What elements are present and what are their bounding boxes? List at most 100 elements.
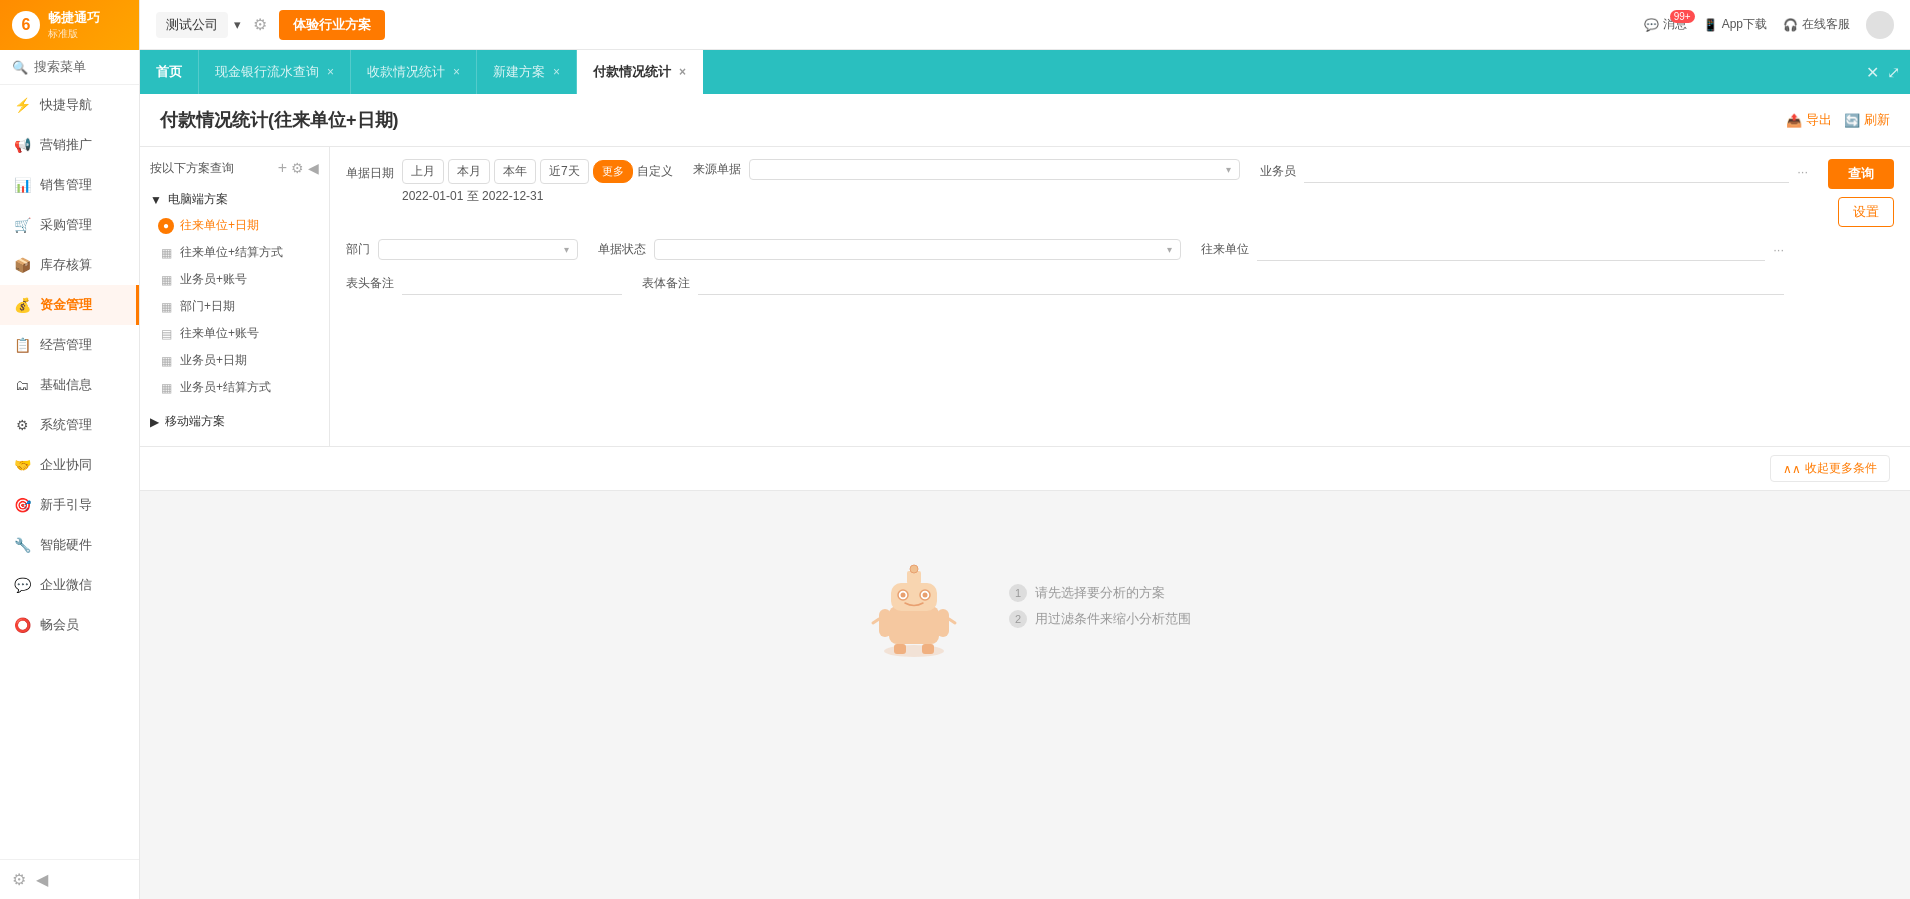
note-header-input[interactable] — [402, 271, 622, 295]
plan-label-2: 业务员+账号 — [180, 271, 247, 288]
sidebar-item-finance[interactable]: 💰 资金管理 — [0, 285, 139, 325]
sidebar-item-inventory[interactable]: 📦 库存核算 — [0, 245, 139, 285]
plan-label-6: 业务员+结算方式 — [180, 379, 271, 396]
sidebar-item-quick-nav[interactable]: ⚡ 快捷导航 — [0, 85, 139, 125]
sidebar-item-enterprise[interactable]: 🤝 企业协同 — [0, 445, 139, 485]
pc-section-header[interactable]: ▼ 电脑端方案 — [150, 187, 319, 212]
date-btn-last-month[interactable]: 上月 — [402, 159, 444, 184]
basic-icon: 🗂 — [12, 375, 32, 395]
staff-field-group: 业务员 ··· — [1260, 159, 1808, 183]
note-body-input[interactable] — [698, 271, 1784, 295]
mobile-section-header[interactable]: ▶ 移动端方案 — [150, 409, 319, 434]
plan-item-staff-settlement[interactable]: ▦ 业务员+结算方式 — [150, 374, 319, 401]
svg-line-14 — [949, 619, 955, 623]
tab-payment-close-icon[interactable]: × — [679, 65, 686, 79]
sidebar-collapse-btn[interactable]: ◀ — [36, 870, 48, 889]
chevron-right-icon: ▶ — [150, 415, 159, 429]
svg-point-12 — [910, 565, 918, 573]
messages-badge: 99+ — [1670, 10, 1695, 23]
finance-label: 资金管理 — [40, 296, 92, 314]
operations-icon: 📋 — [12, 335, 32, 355]
sidebar-item-sales[interactable]: 📊 销售管理 — [0, 165, 139, 205]
sidebar-item-hardware[interactable]: 🔧 智能硬件 — [0, 525, 139, 565]
plan-item-counterpart-settlement[interactable]: ▦ 往来单位+结算方式 — [150, 239, 319, 266]
tip-text-2: 用过滤条件来缩小分析范围 — [1035, 610, 1191, 628]
tab-bank-close-icon[interactable]: × — [327, 65, 334, 79]
dept-select[interactable]: ▾ — [378, 239, 578, 260]
date-btn-7days[interactable]: 近7天 — [540, 159, 589, 184]
search-menu[interactable]: 🔍 搜索菜单 — [0, 50, 139, 85]
date-btn-this-year[interactable]: 本年 — [494, 159, 536, 184]
query-btn[interactable]: 查询 — [1828, 159, 1894, 189]
plan-grid-icon-5: ▦ — [158, 353, 174, 369]
sidebar-item-system[interactable]: ⚙ 系统管理 — [0, 405, 139, 445]
sidebar-item-basic[interactable]: 🗂 基础信息 — [0, 365, 139, 405]
sidebar-item-operations[interactable]: 📋 经营管理 — [0, 325, 139, 365]
tab-home[interactable]: 首页 — [140, 50, 199, 94]
headset-icon: 🎧 — [1783, 18, 1798, 32]
plan-label-4: 往来单位+账号 — [180, 325, 259, 342]
messages-btn[interactable]: 💬 消息 99+ — [1644, 16, 1687, 33]
user-avatar[interactable] — [1866, 11, 1894, 39]
hardware-label: 智能硬件 — [40, 536, 92, 554]
status-select[interactable]: ▾ — [654, 239, 1181, 260]
company-dropdown-icon: ▾ — [234, 17, 241, 32]
online-service-btn[interactable]: 🎧 在线客服 — [1783, 16, 1850, 33]
export-icon: 📤 — [1786, 113, 1802, 128]
plan-item-counterpart-account[interactable]: ▤ 往来单位+账号 — [150, 320, 319, 347]
sidebar-settings-btn[interactable]: ⚙ — [12, 870, 26, 889]
settings-plan-icon[interactable]: ⚙ — [291, 160, 304, 176]
refresh-btn[interactable]: 🔄 刷新 — [1844, 111, 1890, 129]
tab-payment[interactable]: 付款情况统计 × — [577, 50, 703, 94]
tab-new-close-icon[interactable]: × — [553, 65, 560, 79]
plan-item-staff-date[interactable]: ▦ 业务员+日期 — [150, 347, 319, 374]
counterpart-input[interactable] — [1257, 237, 1765, 261]
plan-item-counterpart-date[interactable]: ● 往来单位+日期 — [150, 212, 319, 239]
sidebar-item-marketing[interactable]: 📢 营销推广 — [0, 125, 139, 165]
sidebar-item-purchase[interactable]: 🛒 采购管理 — [0, 205, 139, 245]
tabbar-expand-icon[interactable]: ⤢ — [1887, 63, 1900, 82]
dept-field-group: 部门 ▾ — [346, 239, 578, 260]
sidebar-item-wechat[interactable]: 💬 企业微信 — [0, 565, 139, 605]
tab-receipt[interactable]: 收款情况统计 × — [351, 50, 477, 94]
sidebar-item-member[interactable]: ⭕ 畅会员 — [0, 605, 139, 645]
plan-grid-icon-3: ▦ — [158, 299, 174, 315]
plan-item-staff-account[interactable]: ▦ 业务员+账号 — [150, 266, 319, 293]
svg-point-10 — [923, 593, 928, 598]
date-btn-this-month[interactable]: 本月 — [448, 159, 490, 184]
hardware-icon: 🔧 — [12, 535, 32, 555]
dept-dropdown-icon: ▾ — [564, 244, 569, 255]
collapse-conditions-btn[interactable]: ∧∧ 收起更多条件 — [1770, 455, 1890, 482]
main-area: 测试公司 ▾ ⚙ 体验行业方案 💬 消息 99+ 📱 App下载 🎧 在线客服 … — [140, 0, 1910, 899]
marketing-label: 营销推广 — [40, 136, 92, 154]
inventory-label: 库存核算 — [40, 256, 92, 274]
settings-filter-btn[interactable]: 设置 — [1838, 197, 1894, 227]
sidebar-item-guide[interactable]: 🎯 新手引导 — [0, 485, 139, 525]
export-label: 导出 — [1806, 111, 1832, 129]
source-select[interactable]: ▾ — [749, 159, 1241, 180]
app-download-btn[interactable]: 📱 App下载 — [1703, 16, 1767, 33]
tab-bank[interactable]: 现金银行流水查询 × — [199, 50, 351, 94]
plan-item-dept-date[interactable]: ▦ 部门+日期 — [150, 293, 319, 320]
tabbar-close-all-icon[interactable]: ✕ — [1866, 63, 1879, 82]
filter-collapse-row: ∧∧ 收起更多条件 — [140, 447, 1910, 491]
trial-btn[interactable]: 体验行业方案 — [279, 10, 385, 40]
date-btn-more[interactable]: 更多 — [593, 160, 633, 183]
export-btn[interactable]: 📤 导出 — [1786, 111, 1832, 129]
wechat-label: 企业微信 — [40, 576, 92, 594]
tab-receipt-close-icon[interactable]: × — [453, 65, 460, 79]
company-selector[interactable]: 测试公司 ▾ — [156, 12, 241, 38]
counterpart-dots-icon[interactable]: ··· — [1773, 242, 1784, 257]
member-label: 畅会员 — [40, 616, 79, 634]
staff-input[interactable] — [1304, 159, 1789, 183]
collapse-plan-icon[interactable]: ◀ — [308, 160, 319, 176]
staff-label: 业务员 — [1260, 163, 1296, 180]
tab-new[interactable]: 新建方案 × — [477, 50, 577, 94]
staff-dots-icon[interactable]: ··· — [1797, 164, 1808, 179]
action-btns: 查询 设置 — [1828, 159, 1894, 227]
plan-label-1: 往来单位+结算方式 — [180, 244, 283, 261]
topbar-settings-icon[interactable]: ⚙ — [253, 15, 267, 34]
app-logo: 6 畅捷通巧 标准版 — [0, 0, 139, 50]
guide-label: 新手引导 — [40, 496, 92, 514]
add-plan-icon[interactable]: + — [278, 159, 287, 177]
